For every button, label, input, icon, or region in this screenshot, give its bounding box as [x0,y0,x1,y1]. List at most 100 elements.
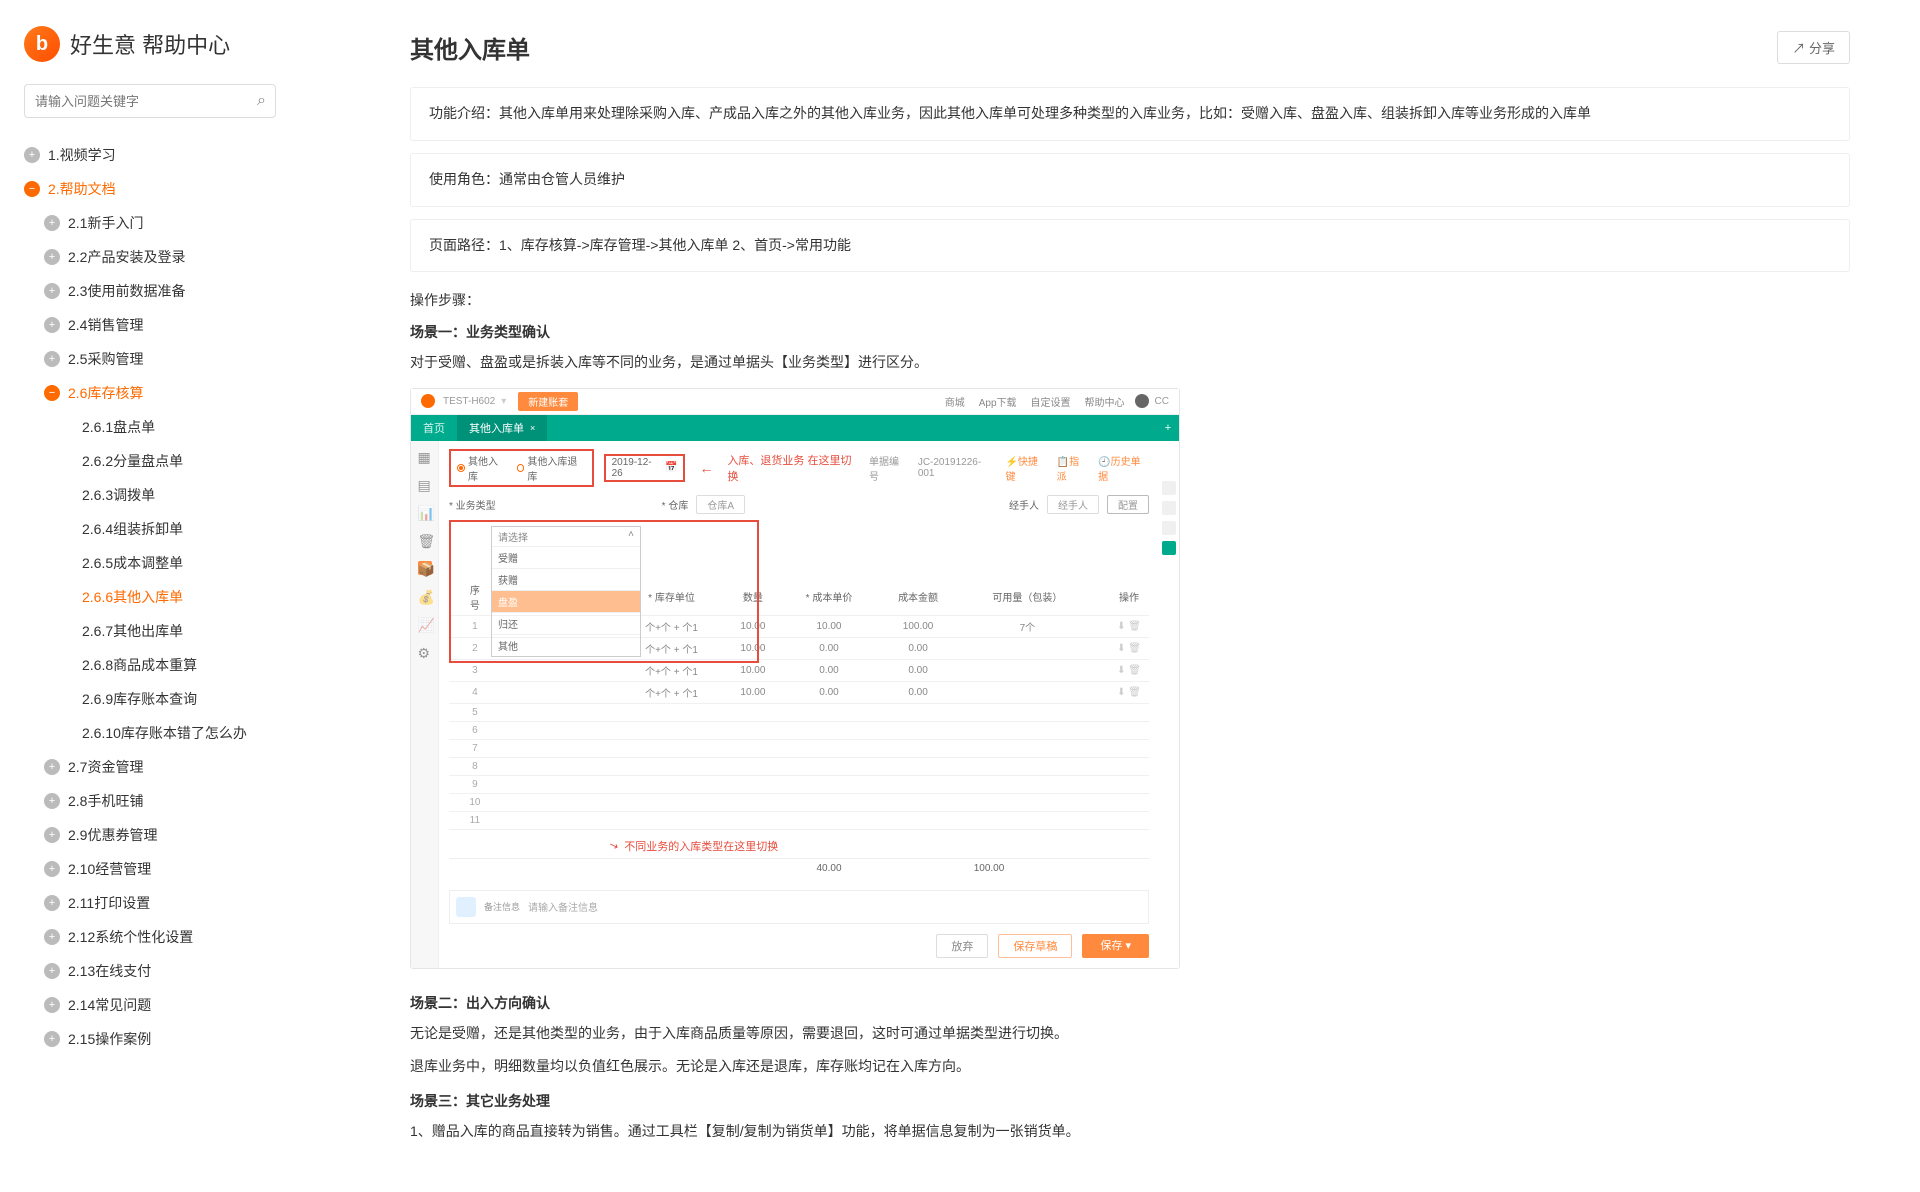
dropdown-option: 获赠 [492,568,640,590]
rail-pill-icon [1162,501,1176,515]
calendar-icon: 📅 [665,462,677,473]
nav-item[interactable]: +2.3使用前数据准备 [24,274,276,308]
shot-save-button: 保存 ▾ [1082,934,1149,958]
nav-item[interactable]: +2.7资金管理 [24,750,276,784]
nav-item[interactable]: −2.帮助文档 [24,172,276,206]
rail-pill-icon [1162,521,1176,535]
nav-item[interactable]: +1.视频学习 [24,138,276,172]
shot-highlight-box: 请选择˄ 受赠获赠盘盈归还其他 [449,520,759,663]
annotation-text: 入库、退货业务 在这里切换 [727,452,859,484]
nav-item[interactable]: +2.2产品安装及登录 [24,240,276,274]
nav-item[interactable]: +2.5采购管理 [24,342,276,376]
nav-item[interactable]: 2.6.4组装拆卸单 [24,512,276,546]
shot-wh-value: 仓库A [696,495,745,514]
nav-item[interactable]: 2.6.2分量盘点单 [24,444,276,478]
search-icon[interactable]: ⌕ [257,92,266,110]
shot-handler-input: 经手人 [1047,495,1099,514]
nav-item[interactable]: +2.15操作案例 [24,1022,276,1056]
page-title: 其他入库单 [410,30,530,65]
nav-item[interactable]: +2.1新手入门 [24,206,276,240]
nav-item[interactable]: 2.6.1盘点单 [24,410,276,444]
dropdown-option: 盘盈 [492,590,640,612]
nav-tree: +1.视频学习−2.帮助文档+2.1新手入门+2.2产品安装及登录+2.3使用前… [24,138,276,1056]
annotation-text-2: 不同业务的入库类型在这里切换 [609,838,1149,854]
remark-icon [456,897,476,917]
rail-icon: 📈 [418,617,432,631]
intro-label: 功能介绍： [429,105,499,121]
remark-label: 备注信息 [484,900,520,913]
path-label: 页面路径： [429,237,499,253]
nav-item[interactable]: 2.6.8商品成本重算 [24,648,276,682]
nav-item[interactable]: +2.4销售管理 [24,308,276,342]
scene2-text2: 退库业务中，明细数量均以负值红色展示。无论是入库还是退库，库存账均记在入库方向。 [410,1054,1850,1079]
shot-wh-label: * 仓库 [662,497,689,512]
share-button[interactable]: ↗ 分享 [1777,31,1850,64]
table-row: 6 [449,721,1149,739]
nav-item-label: 2.12系统个性化设置 [68,927,193,947]
expand-icon: + [44,861,60,877]
shot-right-rail [1159,441,1179,968]
nav-item[interactable]: −2.6库存核算 [24,376,276,410]
rail-icon: 📊 [418,505,432,519]
table-row: 5 [449,703,1149,721]
nav-item[interactable]: 2.6.9库存账本查询 [24,682,276,716]
nav-item-label: 2.帮助文档 [48,179,116,199]
shot-totals: 40.00 100.00 [449,858,1149,878]
shot-handler-label: 经手人 [1009,497,1039,512]
nav-item[interactable]: 2.6.5成本调整单 [24,546,276,580]
search-box: ⌕ [24,84,276,118]
expand-icon: + [44,793,60,809]
shot-new-account-button: 新建账套 [518,392,578,411]
nav-item[interactable]: +2.12系统个性化设置 [24,920,276,954]
expand-icon: + [44,997,60,1013]
nav-item-label: 2.15操作案例 [68,1029,151,1049]
dropdown-option: 其他 [492,634,640,656]
chevron-down-icon: ˄ [628,529,634,544]
nav-item[interactable]: +2.10经营管理 [24,852,276,886]
shot-biztype-dropdown: 请选择˄ 受赠获赠盘盈归还其他 [491,526,641,657]
expand-icon: + [44,351,60,367]
nav-item-label: 2.14常见问题 [68,995,151,1015]
nav-item[interactable]: +2.9优惠券管理 [24,818,276,852]
shot-topbar: TEST-H602 ▾ 新建账套 商城 App下载 自定设置 帮助中心 CC [411,389,1179,415]
main-content: 其他入库单 ↗ 分享 功能介绍：其他入库单用来处理除采购入库、产成品入库之外的其… [300,0,1920,1192]
expand-icon: + [44,317,60,333]
total-amt: 100.00 [949,863,1029,874]
nav-item[interactable]: 2.6.3调拨单 [24,478,276,512]
role-label: 使用角色： [429,171,499,187]
shot-actions: 放弃 保存草稿 保存 ▾ [449,934,1149,958]
search-input[interactable] [24,84,276,118]
logo-row: b 好生意 帮助中心 [24,26,276,62]
shot-link-mall: 商城 [945,394,965,409]
nav-item[interactable]: +2.11打印设置 [24,886,276,920]
nav-item-label: 2.2产品安装及登录 [68,247,185,267]
nav-item[interactable]: +2.13在线支付 [24,954,276,988]
rail-icon: ▦ [418,449,432,463]
rail-pill-icon [1162,541,1176,555]
mini-logo-icon [421,394,435,408]
nav-item[interactable]: +2.14常见问题 [24,988,276,1022]
shot-tab-current: 其他入库单× [457,415,547,441]
shot-username: CC [1155,396,1169,407]
shot-date: 2019-12-26📅 [604,454,686,482]
rail-icon-active: 📦 [418,561,432,575]
expand-icon: + [44,759,60,775]
nav-item[interactable]: 2.6.7其他出库单 [24,614,276,648]
shot-link-settings: 自定设置 [1031,394,1071,409]
close-icon: × [530,423,535,433]
table-row: 11 [449,811,1149,829]
logo-icon: b [24,26,60,62]
expand-icon: + [44,283,60,299]
steps-label: 操作步骤： [410,290,1850,310]
nav-item-label: 2.6库存核算 [68,383,143,403]
rail-pill-icon [1162,481,1176,495]
intro-text: 其他入库单用来处理除采购入库、产成品入库之外的其他入库业务，因此其他入库单可处理… [499,105,1591,121]
total-qty: 40.00 [789,863,869,874]
nav-item[interactable]: +2.8手机旺铺 [24,784,276,818]
expand-icon: + [44,1031,60,1047]
nav-item[interactable]: 2.6.6其他入库单 [24,580,276,614]
scene3-title: 场景三：其它业务处理 [410,1091,1850,1111]
nav-item[interactable]: 2.6.10库存账本错了怎么办 [24,716,276,750]
nav-item-label: 2.13在线支付 [68,961,151,981]
table-row: 8 [449,757,1149,775]
